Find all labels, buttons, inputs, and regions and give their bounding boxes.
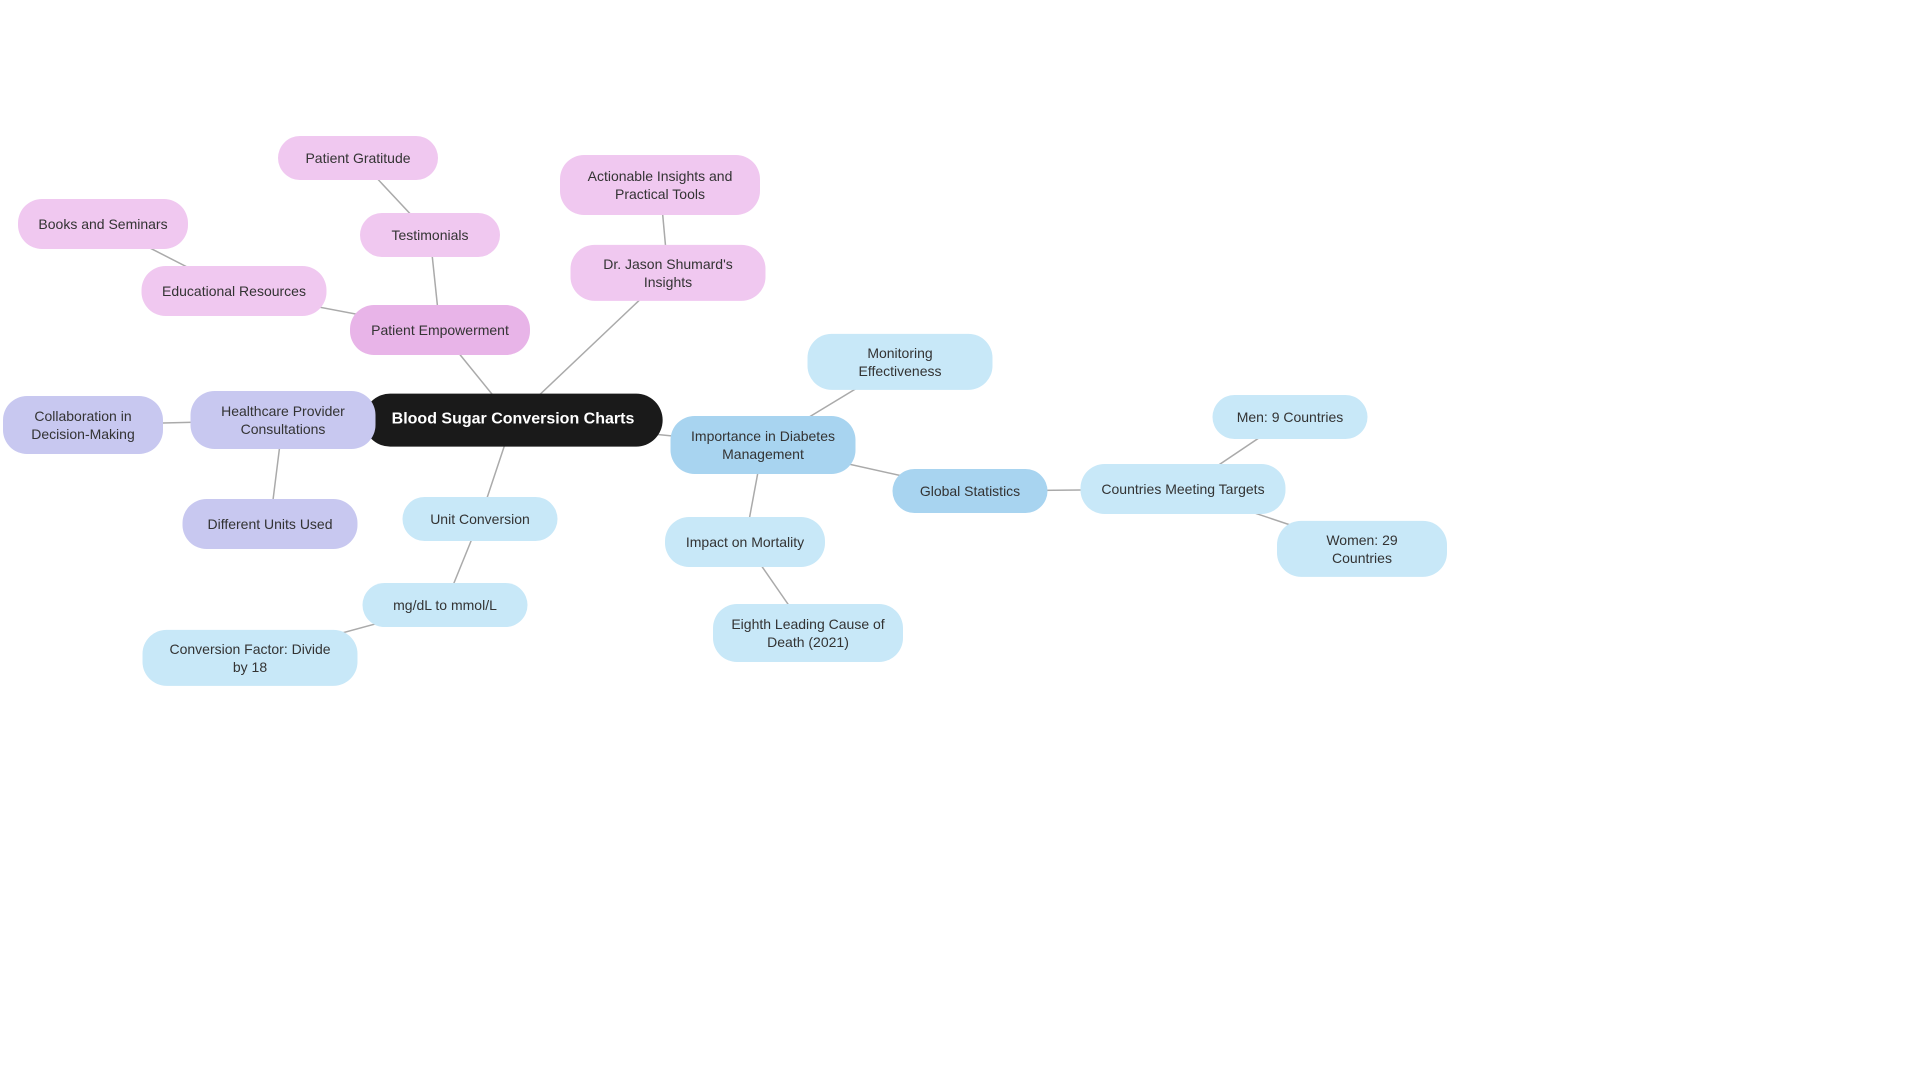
monitoring-effectiveness-node[interactable]: Monitoring Effectiveness (808, 334, 993, 390)
patient-empowerment-node[interactable]: Patient Empowerment (350, 305, 530, 355)
global-statistics-node[interactable]: Global Statistics (893, 469, 1048, 513)
mind-map: Blood Sugar Conversion Charts Patient Emp… (0, 0, 1920, 1083)
eighth-leading-node[interactable]: Eighth Leading Cause of Death (2021) (713, 604, 903, 662)
unit-conversion-node[interactable]: Unit Conversion (403, 497, 558, 541)
impact-mortality-node[interactable]: Impact on Mortality (665, 517, 825, 567)
women-countries-node[interactable]: Women: 29 Countries (1277, 521, 1447, 577)
collaboration-node[interactable]: Collaboration in Decision-Making (3, 396, 163, 454)
dr-jason-node[interactable]: Dr. Jason Shumard's Insights (571, 245, 766, 301)
actionable-insights-node[interactable]: Actionable Insights and Practical Tools (560, 155, 760, 215)
patient-gratitude-node[interactable]: Patient Gratitude (278, 136, 438, 180)
books-seminars-node[interactable]: Books and Seminars (18, 199, 188, 249)
healthcare-provider-node[interactable]: Healthcare Provider Consultations (191, 391, 376, 449)
testimonials-node[interactable]: Testimonials (360, 213, 500, 257)
different-units-node[interactable]: Different Units Used (183, 499, 358, 549)
countries-meeting-node[interactable]: Countries Meeting Targets (1081, 464, 1286, 514)
mgdl-mmol-node[interactable]: mg/dL to mmol/L (363, 583, 528, 627)
center-node[interactable]: Blood Sugar Conversion Charts (364, 394, 663, 447)
conversion-factor-node[interactable]: Conversion Factor: Divide by 18 (143, 630, 358, 686)
educational-resources-node[interactable]: Educational Resources (142, 266, 327, 316)
importance-diabetes-node[interactable]: Importance in Diabetes Management (671, 416, 856, 474)
men-countries-node[interactable]: Men: 9 Countries (1213, 395, 1368, 439)
